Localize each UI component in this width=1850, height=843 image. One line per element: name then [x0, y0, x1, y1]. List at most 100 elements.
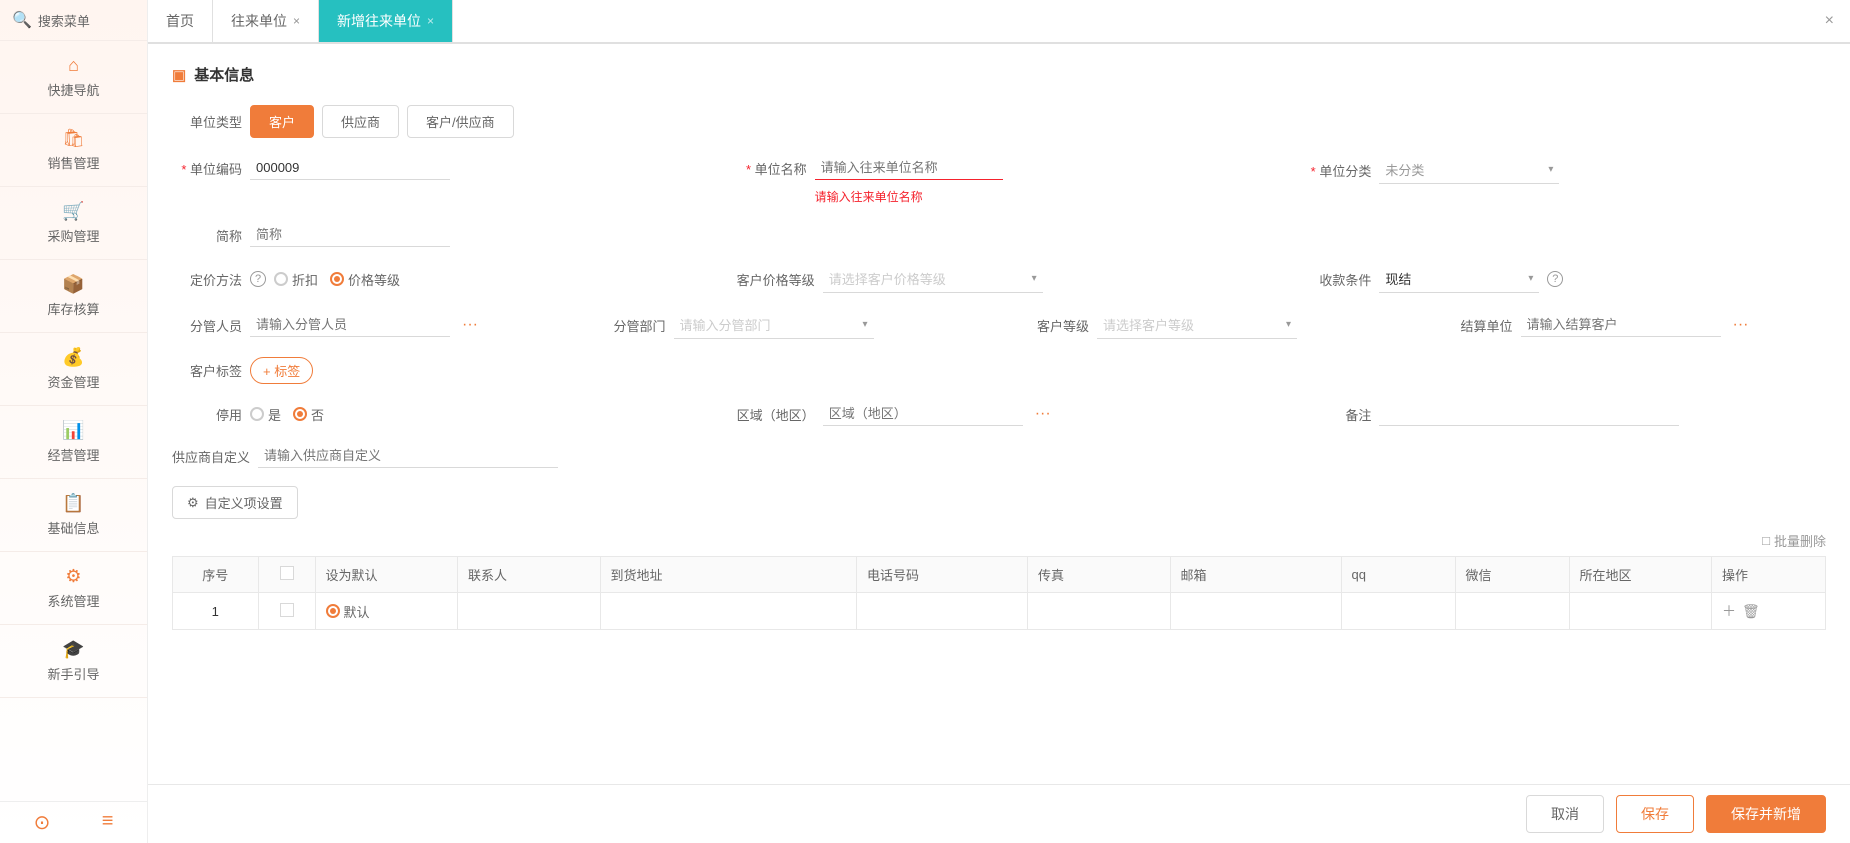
cell-qq	[1341, 593, 1455, 630]
col-seq: 序号	[173, 557, 259, 593]
sidebar-search[interactable]: 🔍 搜索菜单	[0, 0, 147, 41]
unit-code-input[interactable]	[250, 156, 450, 180]
section-header: ▣ 基本信息	[172, 64, 1826, 85]
purchase-icon: 🛒	[62, 201, 84, 222]
region-more-btn[interactable]: ···	[1031, 405, 1055, 423]
disabled-yes-label: 是	[268, 405, 281, 424]
unit-name-error: 请输入往来单位名称	[815, 190, 923, 204]
col-phone: 电话号码	[857, 557, 1028, 593]
tab-new-partner-label: 新增往来单位	[337, 11, 421, 31]
sidebar-item-label: 销售管理	[47, 153, 99, 172]
sidebar-item-inventory[interactable]: 📦 库存核算	[0, 260, 147, 333]
tab-bar-close-all[interactable]: ×	[1809, 12, 1850, 30]
seq-value: 1	[212, 604, 219, 619]
dept-select[interactable]: 请输入分管部门 ▾	[674, 311, 874, 339]
pricing-level[interactable]: 价格等级	[330, 270, 400, 289]
cell-checkbox	[258, 593, 315, 630]
tab-partners-close[interactable]: ×	[293, 14, 300, 28]
sidebar-item-quick-nav[interactable]: ⌂ 快捷导航	[0, 41, 147, 114]
form-field-pricing: 定价方法 ? 折扣 价格等级	[172, 270, 697, 289]
sidebar-item-label: 经营管理	[47, 445, 99, 464]
form-row-tags: 客户标签 + 标签	[172, 357, 1826, 384]
payment-terms-help-icon[interactable]: ?	[1547, 271, 1563, 287]
customer-price-select[interactable]: 请选择客户价格等级 ▾	[823, 265, 1043, 293]
settlement-label: 结算单位	[1443, 316, 1513, 335]
table-row: 1 默认	[173, 593, 1826, 630]
col-actions: 操作	[1712, 557, 1826, 593]
form-field-dept: 分管部门 请输入分管部门 ▾	[596, 311, 980, 339]
disabled-no[interactable]: 否	[293, 405, 324, 424]
unit-category-select[interactable]: 未分类 ▾	[1379, 156, 1559, 184]
form-field-settlement: 结算单位 ···	[1443, 313, 1827, 337]
add-row-btn[interactable]: ＋	[1722, 601, 1736, 621]
form-row-manager: 分管人员 ··· 分管部门 请输入分管部门 ▾ 客户等级 请选择客户等级 ▾ 结…	[172, 311, 1826, 339]
tab-home[interactable]: 首页	[148, 0, 213, 42]
manager-more-btn[interactable]: ···	[458, 316, 482, 334]
add-tag-btn[interactable]: + 标签	[250, 357, 313, 384]
sidebar-item-sales[interactable]: 🛍 销售管理	[0, 114, 147, 187]
region-input[interactable]	[823, 402, 1023, 426]
pricing-level-circle	[330, 272, 344, 286]
tab-new-partner[interactable]: 新增往来单位 ×	[319, 0, 453, 42]
cancel-button[interactable]: 取消	[1526, 795, 1604, 833]
manager-input[interactable]	[250, 313, 450, 337]
save-button[interactable]: 保存	[1616, 795, 1694, 833]
disabled-no-circle	[293, 407, 307, 421]
row-checkbox[interactable]	[280, 603, 294, 617]
inventory-icon: 📦	[62, 274, 84, 295]
pricing-help-icon[interactable]: ?	[250, 271, 266, 287]
disabled-yes[interactable]: 是	[250, 405, 281, 424]
sidebar-item-guide[interactable]: 🎓 新手引导	[0, 625, 147, 698]
sidebar-item-label: 新手引导	[47, 664, 99, 683]
col-contact: 联系人	[458, 557, 601, 593]
remarks-input[interactable]	[1379, 402, 1679, 426]
short-name-input[interactable]	[250, 223, 450, 247]
sidebar-item-label: 库存核算	[47, 299, 99, 318]
col-region: 所在地区	[1569, 557, 1712, 593]
form-field-customer-price: 客户价格等级 请选择客户价格等级 ▾	[737, 265, 1262, 293]
gear-icon: ⚙	[187, 495, 199, 511]
pricing-level-label: 价格等级	[348, 270, 400, 289]
type-btn-both[interactable]: 客户/供应商	[407, 105, 514, 138]
delete-row-btn[interactable]: 🗑	[1742, 603, 1760, 620]
payment-terms-select[interactable]: 现结 ▾	[1379, 265, 1539, 293]
batch-delete-area[interactable]: □ 批量删除	[172, 531, 1826, 550]
sidebar-item-finance[interactable]: 💰 资金管理	[0, 333, 147, 406]
settlement-more-btn[interactable]: ···	[1729, 316, 1753, 334]
settlement-input[interactable]	[1521, 313, 1721, 337]
customer-level-placeholder: 请选择客户等级	[1103, 315, 1282, 334]
sidebar-item-system[interactable]: ⚙ 系统管理	[0, 552, 147, 625]
pricing-discount[interactable]: 折扣	[274, 270, 318, 289]
sidebar-item-purchase[interactable]: 🛒 采购管理	[0, 187, 147, 260]
unit-name-input[interactable]	[815, 156, 1003, 180]
form-field-remarks: 备注	[1301, 402, 1826, 426]
cell-address	[600, 593, 857, 630]
sidebar-bottom-btn-1[interactable]: ⊙	[34, 810, 51, 835]
supplier-custom-input[interactable]	[258, 444, 558, 468]
tab-partners[interactable]: 往来单位 ×	[213, 0, 319, 42]
sidebar-bottom-btn-2[interactable]: ≡	[102, 810, 114, 835]
form-row-supplier-custom: 供应商自定义	[172, 444, 1826, 468]
customer-level-select[interactable]: 请选择客户等级 ▾	[1097, 311, 1297, 339]
tab-bar: 首页 往来单位 × 新增往来单位 × ×	[148, 0, 1850, 44]
disabled-radio-group: 是 否	[250, 405, 324, 424]
sidebar-item-basic-info[interactable]: 📋 基础信息	[0, 479, 147, 552]
custom-settings-btn[interactable]: ⚙ 自定义项设置	[172, 486, 298, 519]
default-radio[interactable]: 默认	[326, 602, 448, 621]
search-icon: 🔍	[12, 10, 32, 30]
unit-category-label: 单位分类	[1301, 161, 1371, 180]
sidebar-item-label: 基础信息	[47, 518, 99, 537]
save-new-button[interactable]: 保存并新增	[1706, 795, 1826, 833]
customer-level-label: 客户等级	[1019, 316, 1089, 335]
unit-code-label: 单位编码	[172, 159, 242, 178]
type-btn-customer[interactable]: 客户	[250, 105, 314, 138]
tab-new-partner-close[interactable]: ×	[427, 14, 434, 28]
form-field-unit-category: 单位分类 未分类 ▾	[1301, 156, 1826, 184]
system-icon: ⚙	[65, 566, 81, 587]
action-btns: ＋ 🗑	[1722, 601, 1815, 621]
header-checkbox[interactable]	[280, 566, 294, 580]
supplier-custom-label: 供应商自定义	[172, 447, 250, 466]
sidebar-item-operations[interactable]: 📊 经营管理	[0, 406, 147, 479]
type-btn-supplier[interactable]: 供应商	[322, 105, 399, 138]
cell-fax	[1028, 593, 1171, 630]
